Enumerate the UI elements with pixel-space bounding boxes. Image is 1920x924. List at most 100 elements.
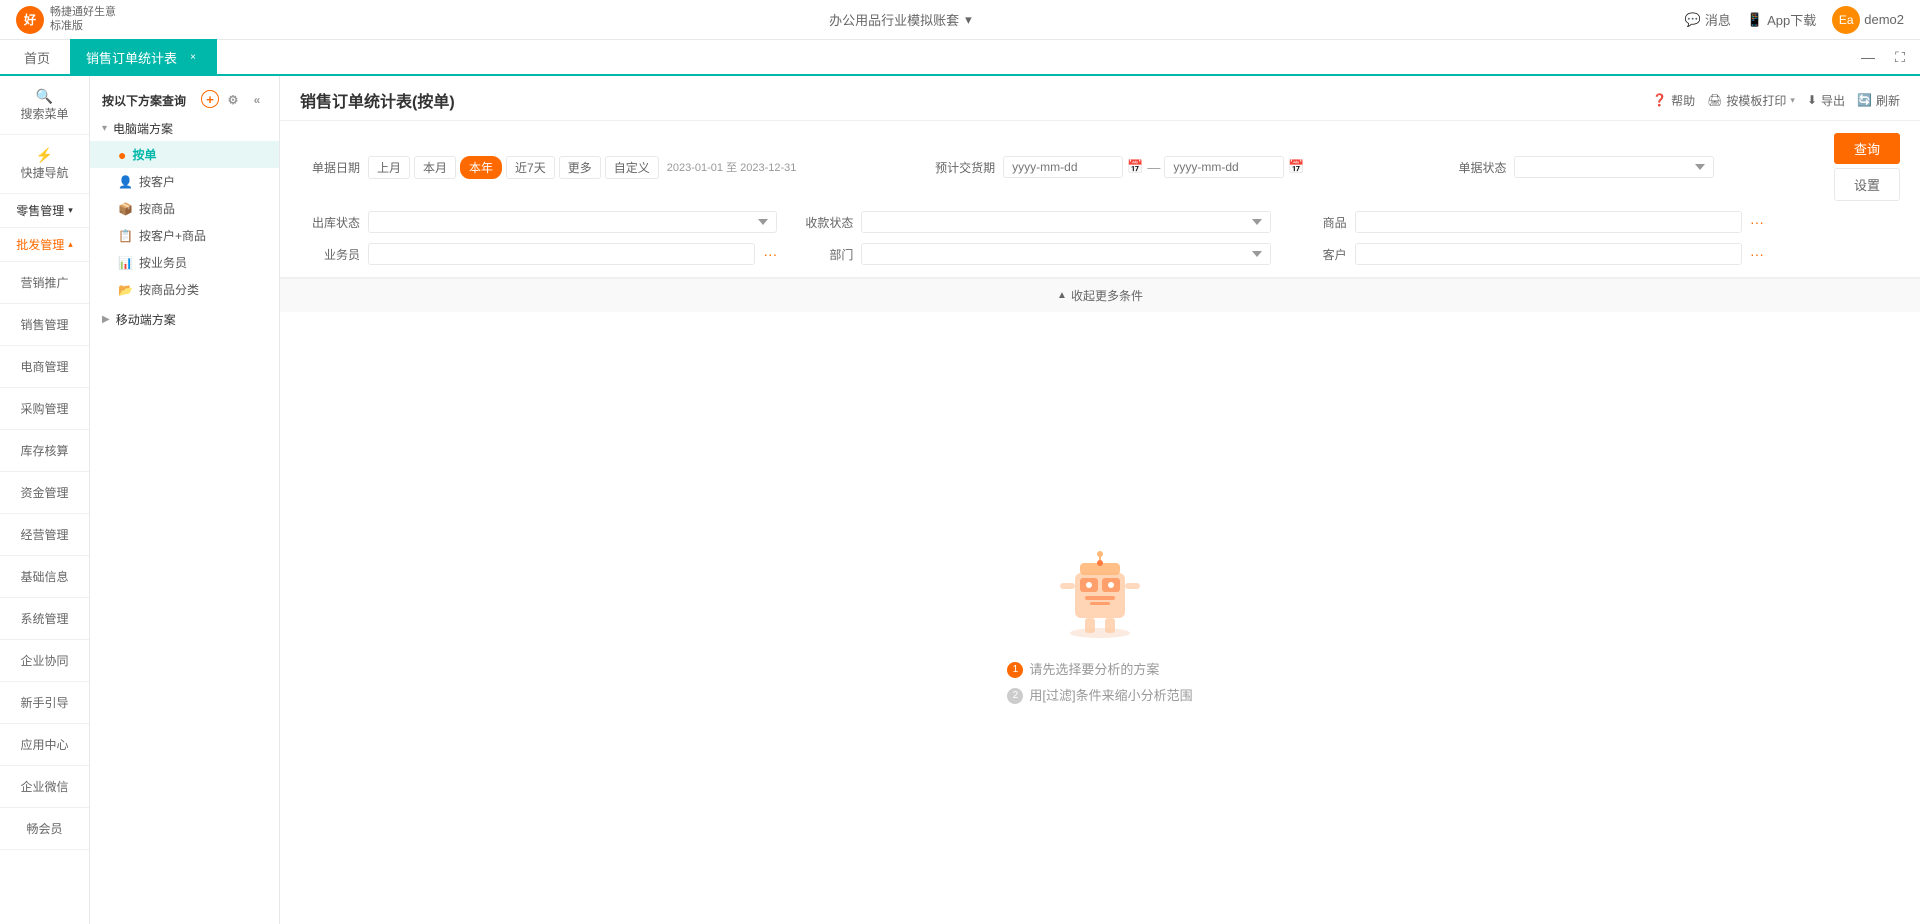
- sidebar-item-system[interactable]: 系统管理: [0, 598, 89, 640]
- tip-1-num: 1: [1007, 662, 1023, 678]
- empty-state: 1 请先选择要分析的方案 2 用[过滤]条件来缩小分析范围: [280, 312, 1920, 924]
- panel-item-by-product[interactable]: 📦 按商品: [90, 195, 279, 222]
- date-btn-this-year[interactable]: 本年: [460, 156, 502, 179]
- page-header: 销售订单统计表(按单) ❓ 帮助 🖨 按模板打印 ▾ ⬇ 导出: [280, 76, 1920, 121]
- customer-dots[interactable]: ···: [1750, 246, 1764, 262]
- left-panel: 按以下方案查询 + ⚙ « ▾ 电脑端方案 ● 按单 👤: [90, 76, 280, 924]
- panel-item-by-category[interactable]: 📂 按商品分类: [90, 276, 279, 303]
- filter-col-expected-date: 预计交货期 📅 — 📅: [935, 156, 1430, 178]
- panel-item-by-customer[interactable]: 👤 按客户: [90, 168, 279, 195]
- panel-item-by-customer-product[interactable]: 📋 按客户+商品: [90, 222, 279, 249]
- sidebar-item-search-menu[interactable]: 🔍 搜索菜单: [0, 76, 89, 135]
- logo-text: 畅捷通好生意 标准版: [50, 6, 116, 32]
- panel-group-mobile-label: 移动端方案: [116, 311, 176, 328]
- empty-illustration: [1050, 528, 1150, 641]
- expected-date-label: 预计交货期: [935, 159, 995, 176]
- sidebar-item-ecommerce[interactable]: 电商管理: [0, 346, 89, 388]
- panel-item-by-order[interactable]: ● 按单: [90, 141, 279, 168]
- salesperson-dots[interactable]: ···: [763, 246, 777, 262]
- template-print-btn[interactable]: 🖨 按模板打印 ▾: [1707, 92, 1795, 109]
- bill-status-select[interactable]: [1514, 156, 1714, 178]
- calendar-to-icon[interactable]: 📅: [1288, 159, 1304, 175]
- export-btn[interactable]: ⬇ 导出: [1807, 92, 1845, 109]
- tab-maximize-btn[interactable]: ⛶: [1888, 45, 1912, 69]
- panel-group-label: 电脑端方案: [113, 120, 173, 137]
- print-dropdown-icon[interactable]: ▾: [1790, 95, 1795, 106]
- date-btn-this-month[interactable]: 本月: [414, 156, 456, 179]
- help-btn[interactable]: ❓ 帮助: [1652, 92, 1695, 109]
- sidebar-item-retail-mgmt[interactable]: 零售管理 ▾: [0, 194, 89, 228]
- sidebar-item-operations[interactable]: 经营管理: [0, 514, 89, 556]
- panel-item-by-salesperson[interactable]: 📊 按业务员: [90, 249, 279, 276]
- sidebar-item-finance[interactable]: 资金管理: [0, 472, 89, 514]
- panel-collapse-btn[interactable]: «: [247, 90, 267, 110]
- sidebar: 🔍 搜索菜单 ⚡ 快捷导航 零售管理 ▾ 批发管理 ▴ 营销推广 销售管理 电商…: [0, 76, 90, 924]
- product-dots[interactable]: ···: [1750, 214, 1764, 230]
- app-download-btn[interactable]: 📱 App下载: [1747, 10, 1816, 29]
- panel-group-desktop-header[interactable]: ▾ 电脑端方案: [90, 116, 279, 141]
- sidebar-item-new-guide[interactable]: 新手引导: [0, 682, 89, 724]
- message-btn[interactable]: 💬 消息: [1685, 10, 1731, 29]
- panel-group-mobile: ▶ 移动端方案: [90, 307, 279, 332]
- salesperson-input[interactable]: [368, 243, 755, 265]
- query-btn[interactable]: 查询: [1834, 133, 1900, 164]
- date-btns: 上月 本月 本年 近7天 更多 自定义: [368, 156, 659, 179]
- sidebar-item-enterprise[interactable]: 企业协同: [0, 640, 89, 682]
- tab-active[interactable]: 销售订单统计表 ×: [70, 39, 217, 75]
- sidebar-item-quick-nav[interactable]: ⚡ 快捷导航: [0, 135, 89, 194]
- sidebar-item-app-center[interactable]: 应用中心: [0, 724, 89, 766]
- refresh-btn[interactable]: 🔄 刷新: [1857, 92, 1900, 109]
- sidebar-item-purchase-mgmt[interactable]: 采购管理: [0, 388, 89, 430]
- tab-close-icon[interactable]: ×: [185, 49, 201, 65]
- logo-icon: 好: [16, 6, 44, 34]
- date-btn-last-7[interactable]: 近7天: [506, 156, 555, 179]
- avatar: Ea: [1832, 6, 1860, 34]
- collapse-more-btn[interactable]: ▲ 收起更多条件: [280, 278, 1920, 312]
- sidebar-item-sales-mgmt[interactable]: 销售管理: [0, 304, 89, 346]
- panel-settings-btn[interactable]: ⚙: [223, 90, 243, 110]
- export-icon: ⬇: [1807, 93, 1817, 107]
- sidebar-item-vip[interactable]: 畅会员: [0, 808, 89, 850]
- sidebar-item-basics[interactable]: 基础信息: [0, 556, 89, 598]
- date-btn-last-month[interactable]: 上月: [368, 156, 410, 179]
- panel-add-btn[interactable]: +: [201, 90, 219, 108]
- expected-date-to[interactable]: [1164, 156, 1284, 178]
- shipment-status-select[interactable]: [368, 211, 777, 233]
- nav-icon: ⚡: [4, 147, 85, 164]
- tab-minimize-btn[interactable]: —: [1856, 45, 1880, 69]
- salesperson-label: 业务员: [300, 246, 360, 263]
- product-input[interactable]: [1355, 211, 1742, 233]
- topbar: 好 畅捷通好生意 标准版 办公用品行业模拟账套 ▾ 💬 消息 📱 App下载 E…: [0, 0, 1920, 40]
- empty-tips: 1 请先选择要分析的方案 2 用[过滤]条件来缩小分析范围: [1007, 657, 1192, 709]
- settings-btn[interactable]: 设置: [1834, 168, 1900, 201]
- filter-col-date: 单据日期 上月 本月 本年 近7天 更多 自定义 2023-01-01 至 20…: [300, 156, 919, 179]
- refresh-icon: 🔄: [1857, 93, 1872, 107]
- customer-label: 客户: [1287, 246, 1347, 263]
- sidebar-item-enterprise-wx[interactable]: 企业微信: [0, 766, 89, 808]
- sidebar-item-wholesale-mgmt[interactable]: 批发管理 ▴: [0, 228, 89, 262]
- topbar-center[interactable]: 办公用品行业模拟账套 ▾: [829, 10, 972, 29]
- dropdown-arrow-icon[interactable]: ▾: [965, 12, 972, 28]
- filter-row-1: 单据日期 上月 本月 本年 近7天 更多 自定义 2023-01-01 至 20…: [300, 133, 1900, 201]
- customer-input[interactable]: [1355, 243, 1742, 265]
- department-select[interactable]: [861, 243, 1270, 265]
- content-area: 按以下方案查询 + ⚙ « ▾ 电脑端方案 ● 按单 👤: [90, 76, 1920, 924]
- tab-home[interactable]: 首页: [8, 39, 66, 75]
- expected-date-from[interactable]: [1003, 156, 1123, 178]
- topbar-right: 💬 消息 📱 App下载 Ea demo2: [1685, 6, 1904, 34]
- date-btn-more[interactable]: 更多: [559, 156, 601, 179]
- panel-group-desktop: ▾ 电脑端方案 ● 按单 👤 按客户 📦 按商品 📋: [90, 116, 279, 303]
- collapse-arrow-right-icon: ▶: [102, 314, 110, 325]
- date-btn-custom[interactable]: 自定义: [605, 156, 659, 179]
- page-title: 销售订单统计表(按单): [300, 88, 455, 112]
- right-content: 销售订单统计表(按单) ❓ 帮助 🖨 按模板打印 ▾ ⬇ 导出: [280, 76, 1920, 924]
- user-menu[interactable]: Ea demo2: [1832, 6, 1904, 34]
- bill-status-label: 单据状态: [1446, 159, 1506, 176]
- calendar-from-icon[interactable]: 📅: [1127, 159, 1143, 175]
- sidebar-item-marketing[interactable]: 营销推广: [0, 262, 89, 304]
- sidebar-item-inventory[interactable]: 库存核算: [0, 430, 89, 472]
- panel-group-mobile-header[interactable]: ▶ 移动端方案: [90, 307, 279, 332]
- payment-status-select[interactable]: [861, 211, 1270, 233]
- tabbar: 首页 销售订单统计表 × — ⛶: [0, 40, 1920, 76]
- filter-col-shipment: 出库状态: [300, 211, 777, 233]
